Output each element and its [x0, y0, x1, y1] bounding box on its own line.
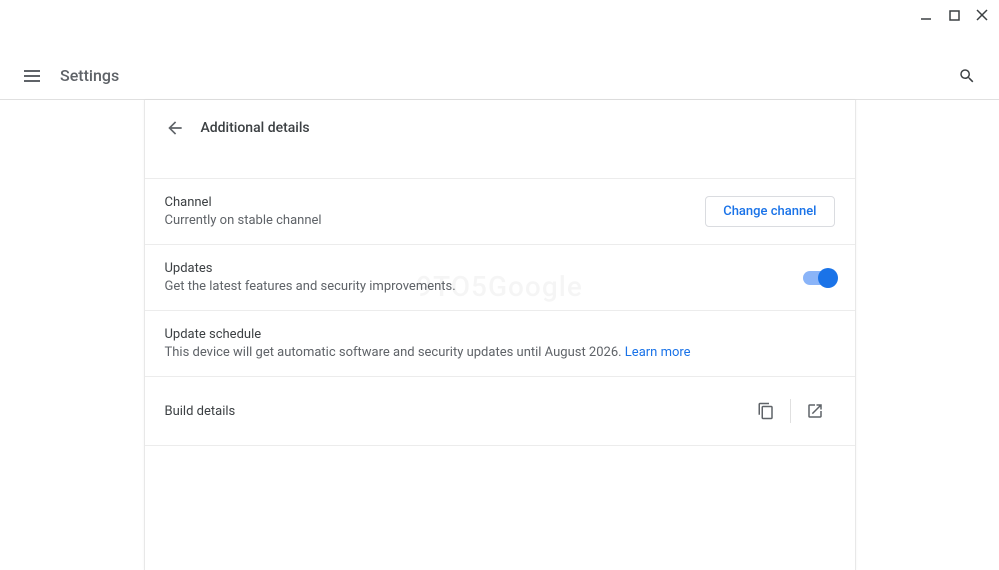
toggle-thumb-icon [818, 268, 838, 288]
back-arrow-icon[interactable] [165, 118, 185, 138]
card-title: Additional details [201, 120, 310, 136]
window-controls [919, 8, 989, 22]
content-area: Additional details Channel Currently on … [0, 100, 999, 570]
updates-title: Updates [165, 261, 456, 276]
toolbar: Settings [0, 52, 999, 100]
build-details-row[interactable]: Build details [145, 376, 855, 446]
search-icon[interactable] [957, 66, 977, 86]
page-title: Settings [60, 66, 119, 85]
updates-row: Updates Get the latest features and secu… [145, 244, 855, 310]
settings-card: Additional details Channel Currently on … [144, 100, 856, 570]
channel-title: Channel [165, 195, 322, 210]
channel-subtitle: Currently on stable channel [165, 213, 322, 228]
build-details-text: Build details [165, 404, 236, 419]
build-details-title: Build details [165, 404, 236, 419]
copy-icon[interactable] [746, 393, 786, 429]
open-external-icon[interactable] [795, 393, 835, 429]
change-channel-button[interactable]: Change channel [705, 196, 834, 227]
minimize-icon[interactable] [919, 8, 933, 22]
updates-text: Updates Get the latest features and secu… [165, 261, 456, 294]
update-schedule-row: Update schedule This device will get aut… [145, 310, 855, 376]
card-header: Additional details [145, 100, 855, 178]
maximize-icon[interactable] [947, 8, 961, 22]
update-schedule-subtitle: This device will get automatic software … [165, 345, 691, 360]
channel-row: Channel Currently on stable channel Chan… [145, 178, 855, 244]
menu-icon[interactable] [22, 66, 42, 86]
channel-text: Channel Currently on stable channel [165, 195, 322, 228]
update-schedule-title: Update schedule [165, 327, 691, 342]
close-icon[interactable] [975, 8, 989, 22]
learn-more-link[interactable]: Learn more [625, 345, 691, 360]
update-schedule-desc: This device will get automatic software … [165, 345, 625, 360]
update-schedule-text: Update schedule This device will get aut… [165, 327, 691, 360]
icon-divider [790, 399, 791, 423]
updates-toggle[interactable] [803, 271, 835, 285]
build-actions [746, 393, 835, 429]
updates-subtitle: Get the latest features and security imp… [165, 279, 456, 294]
